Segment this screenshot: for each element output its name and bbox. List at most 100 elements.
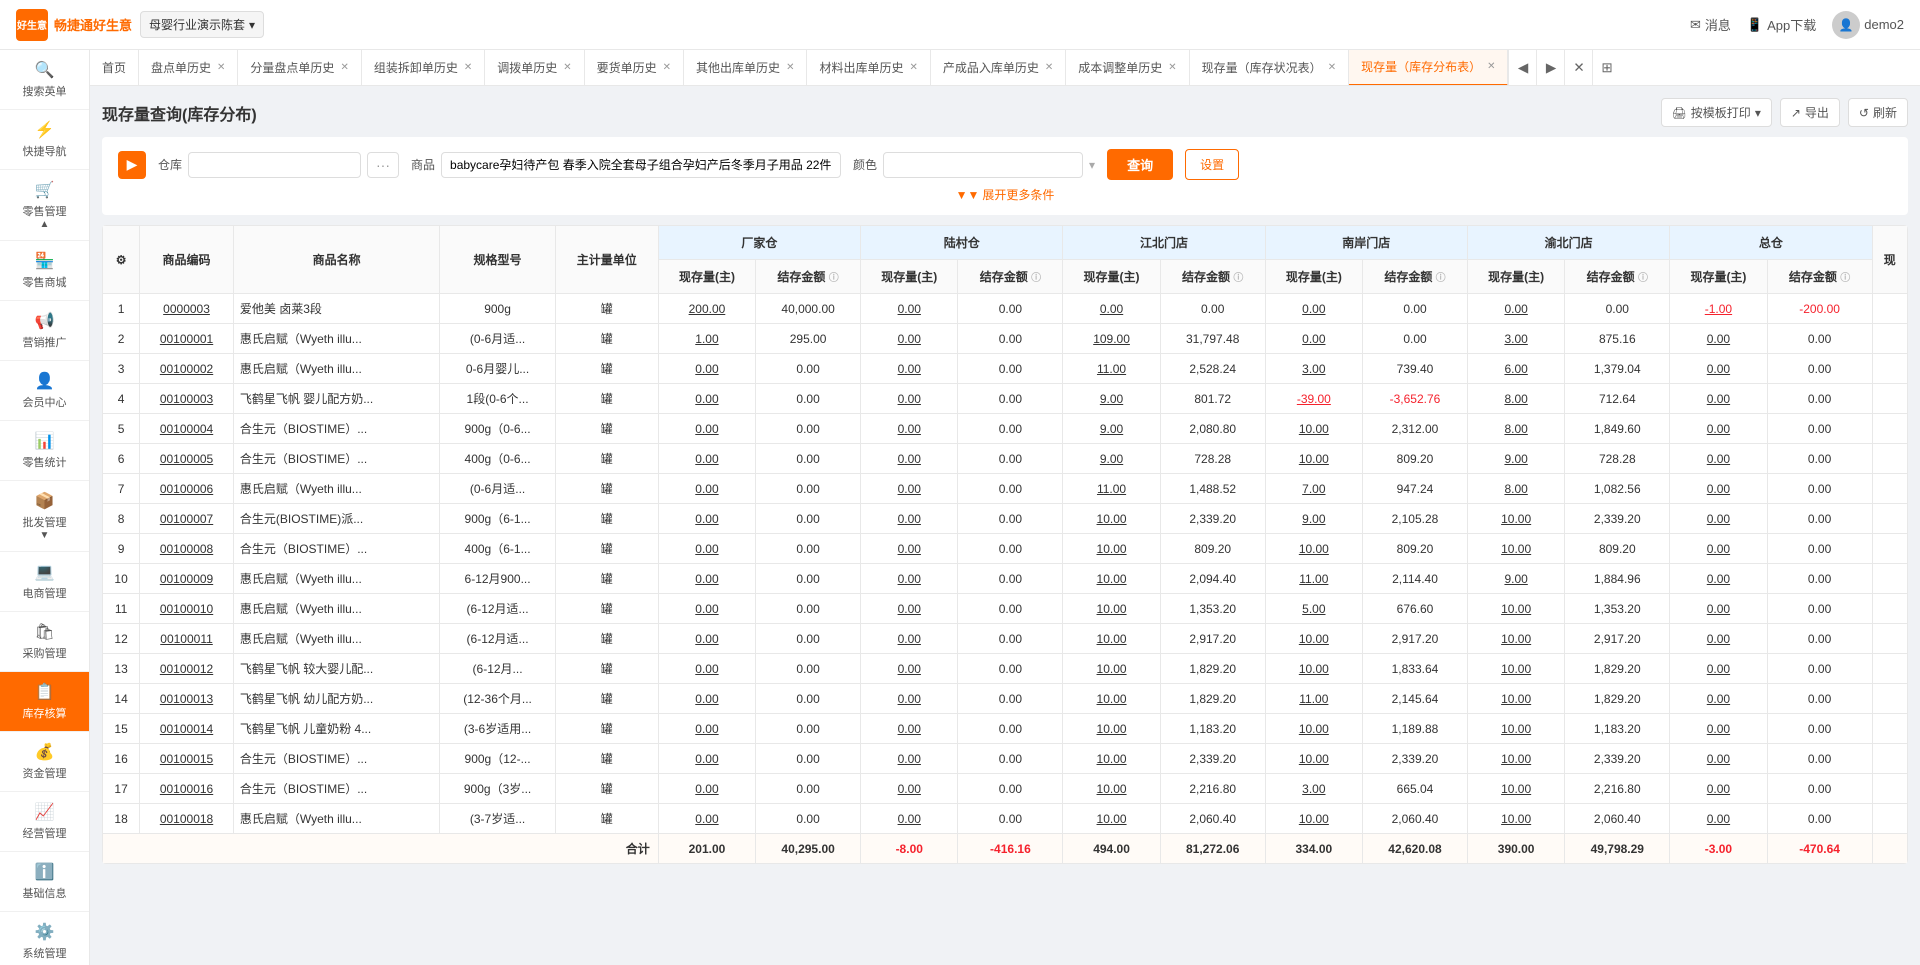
cell-na-amount: 2,145.64 <box>1363 684 1468 714</box>
close-icon[interactable]: ✕ <box>217 62 225 73</box>
close-icon[interactable]: ✕ <box>340 62 348 73</box>
info-icon[interactable]: ⓘ <box>1840 273 1850 284</box>
sidebar-item-marketing[interactable]: 📢 营销推广 <box>0 301 89 361</box>
tab-requisition[interactable]: 要货单历史 ✕ <box>585 50 684 86</box>
sidebar-item-sys-mgmt[interactable]: ⚙️ 系统管理 <box>0 912 89 965</box>
product-input[interactable] <box>441 152 841 178</box>
cell-current <box>1872 324 1907 354</box>
code-link[interactable]: 00100002 <box>160 362 213 376</box>
close-icon[interactable]: ✕ <box>1487 61 1495 72</box>
code-link[interactable]: 00100012 <box>160 662 213 676</box>
sidebar-item-retail-stats[interactable]: 📊 零售统计 <box>0 421 89 481</box>
info-icon[interactable]: ⓘ <box>1031 273 1041 284</box>
cell-total-amount: 0.00 <box>1767 354 1872 384</box>
code-link[interactable]: 00100014 <box>160 722 213 736</box>
code-link[interactable]: 00100010 <box>160 602 213 616</box>
tab-stock-dist[interactable]: 现存量（库存分布表） ✕ <box>1349 50 1508 86</box>
code-link[interactable]: 00100016 <box>160 782 213 796</box>
close-icon[interactable]: ✕ <box>464 62 472 73</box>
code-link[interactable]: 00100004 <box>160 422 213 436</box>
tab-close-btn[interactable]: ✕ <box>1564 50 1592 86</box>
close-icon[interactable]: ✕ <box>1328 62 1336 73</box>
tab-next-btn[interactable]: ▶ <box>1536 50 1564 86</box>
cell-cj-stock: 0.00 <box>658 804 755 834</box>
col-group-na: 南岸门店 <box>1265 226 1467 260</box>
tab-other-out[interactable]: 其他出库单历史 ✕ <box>684 50 807 86</box>
sidebar-item-purchase[interactable]: 🛍 采购管理 <box>0 612 89 672</box>
tab-prev-btn[interactable]: ◀ <box>1508 50 1536 86</box>
cell-total-stock: 0.00 <box>1670 534 1767 564</box>
cell-cj-stock: 0.00 <box>658 504 755 534</box>
tab-expand-btn[interactable]: ⊞ <box>1592 50 1620 86</box>
tab-home[interactable]: 首页 <box>90 50 139 86</box>
info-icon[interactable]: ⓘ <box>1436 273 1446 284</box>
messages-btn[interactable]: ✉ 消息 <box>1690 15 1731 34</box>
sidebar-item-retail-store[interactable]: 🏪 零售商城 <box>0 241 89 301</box>
code-link[interactable]: 00100018 <box>160 812 213 826</box>
table-row: 17 00100016 合生元（BIOSTIME）... 900g（3岁... … <box>103 774 1908 804</box>
user-menu[interactable]: 👤 demo2 <box>1832 11 1904 39</box>
cell-unit: 罐 <box>555 684 658 714</box>
close-icon[interactable]: ✕ <box>1168 62 1176 73</box>
sidebar-item-search[interactable]: 🔍 搜索英单 <box>0 50 89 110</box>
warehouse-input[interactable] <box>188 152 361 178</box>
export-btn[interactable]: ↗ 导出 <box>1780 98 1840 127</box>
code-link[interactable]: 00100005 <box>160 452 213 466</box>
sidebar-item-basic-info[interactable]: ℹ️ 基础信息 <box>0 852 89 912</box>
warehouse-dots-btn[interactable]: ··· <box>367 152 399 178</box>
info-icon[interactable]: ⓘ <box>829 273 839 284</box>
sidebar-item-member[interactable]: 👤 会员中心 <box>0 361 89 421</box>
color-input[interactable] <box>883 152 1083 178</box>
info-icon[interactable]: ⓘ <box>1638 273 1648 284</box>
sidebar-item-finance[interactable]: 💰 资金管理 <box>0 732 89 792</box>
close-icon[interactable]: ✕ <box>563 62 571 73</box>
cell-code: 00100003 <box>140 384 234 414</box>
cell-yb-amount: 1,183.20 <box>1565 714 1670 744</box>
cell-cj-amount: 0.00 <box>756 444 861 474</box>
app-download-btn[interactable]: 📱 App下载 <box>1747 15 1816 34</box>
settings-btn[interactable]: 设置 <box>1185 149 1239 180</box>
tab-cost-adjust[interactable]: 成本调整单历史 ✕ <box>1066 50 1189 86</box>
filter-toggle-btn[interactable]: ▶ <box>118 151 146 179</box>
tab-transfer[interactable]: 调拨单历史 ✕ <box>485 50 584 86</box>
tab-combo-disassemble[interactable]: 组装拆卸单历史 ✕ <box>362 50 485 86</box>
code-link[interactable]: 00100003 <box>160 392 213 406</box>
tab-stock-status[interactable]: 现存量（库存状况表） ✕ <box>1190 50 1349 86</box>
code-link[interactable]: 0000003 <box>163 302 210 316</box>
info-icon[interactable]: ⓘ <box>1233 273 1243 284</box>
query-btn[interactable]: 查询 <box>1107 149 1173 180</box>
sidebar-item-inventory-check[interactable]: 📋 库存核算 <box>0 672 89 732</box>
code-link[interactable]: 00100009 <box>160 572 213 586</box>
code-link[interactable]: 00100011 <box>160 632 213 646</box>
cell-yb-amount: 0.00 <box>1565 294 1670 324</box>
sidebar-item-retail-mgmt[interactable]: 🛒 零售管理 ▲ <box>0 170 89 241</box>
sidebar-item-ecom[interactable]: 💻 电商管理 <box>0 552 89 612</box>
sidebar-item-quick-nav[interactable]: ⚡ 快捷导航 <box>0 110 89 170</box>
sidebar-item-ops[interactable]: 📈 经营管理 <box>0 792 89 852</box>
code-link[interactable]: 00100013 <box>160 692 213 706</box>
retail-icon: 🛒 <box>35 180 55 200</box>
store-selector[interactable]: 母婴行业演示陈套 ▾ <box>140 11 264 38</box>
code-link[interactable]: 00100006 <box>160 482 213 496</box>
tab-inventory-doc[interactable]: 盘点单历史 ✕ <box>139 50 238 86</box>
cell-na-stock: 10.00 <box>1265 444 1362 474</box>
cell-code: 00100018 <box>140 804 234 834</box>
print-btn[interactable]: 🖨 按模板打印 ▾ <box>1661 98 1772 127</box>
refresh-btn[interactable]: ↺ 刷新 <box>1848 98 1908 127</box>
close-icon[interactable]: ✕ <box>1045 62 1053 73</box>
cell-na-stock: 11.00 <box>1265 684 1362 714</box>
code-link[interactable]: 00100015 <box>160 752 213 766</box>
col-gear[interactable]: ⚙ <box>103 226 140 294</box>
close-icon[interactable]: ✕ <box>786 62 794 73</box>
close-icon[interactable]: ✕ <box>663 62 671 73</box>
summary-total-stock: -3.00 <box>1670 834 1767 864</box>
expand-conditions-btn[interactable]: ▼▼ 展开更多条件 <box>118 186 1892 203</box>
close-icon[interactable]: ✕ <box>909 62 917 73</box>
sidebar-item-wholesale[interactable]: 📦 批发管理 ▼ <box>0 481 89 552</box>
code-link[interactable]: 00100001 <box>160 332 213 346</box>
tab-material-out[interactable]: 材料出库单历史 ✕ <box>807 50 930 86</box>
code-link[interactable]: 00100007 <box>160 512 213 526</box>
tab-product-in[interactable]: 产成品入库单历史 ✕ <box>931 50 1066 86</box>
code-link[interactable]: 00100008 <box>160 542 213 556</box>
tab-partial-inventory[interactable]: 分量盘点单历史 ✕ <box>238 50 361 86</box>
